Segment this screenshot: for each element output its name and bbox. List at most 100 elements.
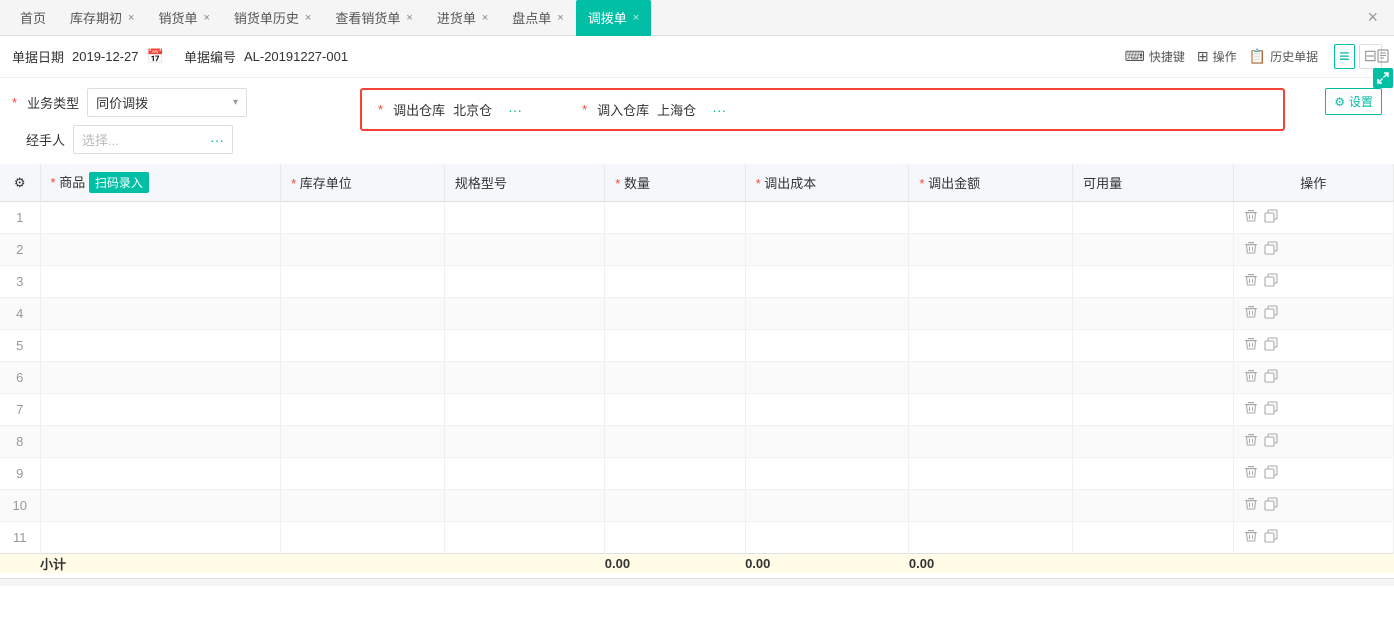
- copy-icon[interactable]: [1264, 401, 1278, 418]
- copy-icon[interactable]: [1264, 209, 1278, 226]
- delete-icon[interactable]: [1244, 529, 1258, 546]
- row-spec[interactable]: [444, 202, 604, 234]
- tab-inventory-check[interactable]: 盘点单 ×: [500, 0, 575, 36]
- row-spec[interactable]: [444, 522, 604, 554]
- sidebar-doc-icon[interactable]: [1373, 46, 1393, 66]
- row-cost[interactable]: [745, 330, 909, 362]
- row-qty[interactable]: [605, 298, 745, 330]
- row-cost[interactable]: [745, 362, 909, 394]
- row-available[interactable]: [1073, 202, 1233, 234]
- tab-sales-history[interactable]: 销货单历史 ×: [222, 0, 323, 36]
- row-cost[interactable]: [745, 458, 909, 490]
- row-spec[interactable]: [444, 330, 604, 362]
- row-cost[interactable]: [745, 202, 909, 234]
- row-available[interactable]: [1073, 394, 1233, 426]
- row-qty[interactable]: [605, 522, 745, 554]
- row-product[interactable]: [40, 202, 281, 234]
- row-amount[interactable]: [909, 394, 1073, 426]
- row-qty[interactable]: [605, 202, 745, 234]
- row-product[interactable]: [40, 330, 281, 362]
- tab-home[interactable]: 首页: [8, 0, 58, 36]
- delete-icon[interactable]: [1244, 209, 1258, 226]
- row-product[interactable]: [40, 522, 281, 554]
- row-available[interactable]: [1073, 458, 1233, 490]
- handler-select[interactable]: 选择... ···: [73, 125, 233, 154]
- row-unit[interactable]: [281, 330, 445, 362]
- copy-icon[interactable]: [1264, 465, 1278, 482]
- tab-bar-close-btn[interactable]: ×: [1359, 7, 1386, 28]
- copy-icon[interactable]: [1264, 433, 1278, 450]
- warehouse-in-more-icon[interactable]: ···: [712, 102, 726, 118]
- row-product[interactable]: [40, 362, 281, 394]
- row-qty[interactable]: [605, 362, 745, 394]
- row-cost[interactable]: [745, 266, 909, 298]
- calendar-icon[interactable]: 📅: [147, 48, 164, 65]
- row-qty[interactable]: [605, 234, 745, 266]
- row-product[interactable]: [40, 458, 281, 490]
- row-cost[interactable]: [745, 490, 909, 522]
- handler-more-icon[interactable]: ···: [210, 132, 224, 148]
- row-product[interactable]: [40, 234, 281, 266]
- row-amount[interactable]: [909, 522, 1073, 554]
- tab-close-inventory-check[interactable]: ×: [557, 12, 563, 24]
- copy-icon[interactable]: [1264, 529, 1278, 546]
- row-spec[interactable]: [444, 266, 604, 298]
- row-unit[interactable]: [281, 394, 445, 426]
- row-unit[interactable]: [281, 426, 445, 458]
- row-qty[interactable]: [605, 266, 745, 298]
- copy-icon[interactable]: [1264, 241, 1278, 258]
- row-product[interactable]: [40, 426, 281, 458]
- horizontal-scrollbar[interactable]: [0, 578, 1394, 586]
- row-qty[interactable]: [605, 394, 745, 426]
- row-unit[interactable]: [281, 362, 445, 394]
- business-type-select[interactable]: 同价调拨 ▾: [87, 88, 247, 117]
- tab-close-transfer[interactable]: ×: [633, 12, 639, 24]
- row-spec[interactable]: [444, 490, 604, 522]
- row-amount[interactable]: [909, 234, 1073, 266]
- row-available[interactable]: [1073, 330, 1233, 362]
- row-cost[interactable]: [745, 394, 909, 426]
- row-available[interactable]: [1073, 234, 1233, 266]
- layout-list-icon[interactable]: ≡: [1334, 44, 1355, 69]
- sidebar-expand-icon[interactable]: [1373, 68, 1393, 88]
- warehouse-out-more-icon[interactable]: ···: [508, 102, 522, 118]
- delete-icon[interactable]: [1244, 337, 1258, 354]
- row-available[interactable]: [1073, 298, 1233, 330]
- copy-icon[interactable]: [1264, 305, 1278, 322]
- copy-icon[interactable]: [1264, 273, 1278, 290]
- delete-icon[interactable]: [1244, 497, 1258, 514]
- operations-btn[interactable]: ⊞ 操作: [1197, 48, 1237, 65]
- delete-icon[interactable]: [1244, 433, 1258, 450]
- row-amount[interactable]: [909, 202, 1073, 234]
- delete-icon[interactable]: [1244, 369, 1258, 386]
- history-btn[interactable]: 📋 历史单据: [1249, 48, 1318, 65]
- delete-icon[interactable]: [1244, 465, 1258, 482]
- row-available[interactable]: [1073, 266, 1233, 298]
- tab-close-sales-order[interactable]: ×: [203, 12, 209, 24]
- row-cost[interactable]: [745, 522, 909, 554]
- copy-icon[interactable]: [1264, 337, 1278, 354]
- row-amount[interactable]: [909, 458, 1073, 490]
- tab-close-view-sales[interactable]: ×: [406, 12, 412, 24]
- row-cost[interactable]: [745, 426, 909, 458]
- settings-button[interactable]: ⚙ 设置: [1325, 88, 1382, 115]
- row-unit[interactable]: [281, 266, 445, 298]
- row-product[interactable]: [40, 298, 281, 330]
- shortcuts-btn[interactable]: ⌨ 快捷键: [1125, 48, 1185, 65]
- delete-icon[interactable]: [1244, 273, 1258, 290]
- row-spec[interactable]: [444, 394, 604, 426]
- row-spec[interactable]: [444, 458, 604, 490]
- row-unit[interactable]: [281, 458, 445, 490]
- row-cost[interactable]: [745, 298, 909, 330]
- row-cost[interactable]: [745, 234, 909, 266]
- row-product[interactable]: [40, 266, 281, 298]
- tab-close-purchase-order[interactable]: ×: [482, 12, 488, 24]
- row-unit[interactable]: [281, 522, 445, 554]
- delete-icon[interactable]: [1244, 241, 1258, 258]
- row-spec[interactable]: [444, 426, 604, 458]
- row-spec[interactable]: [444, 362, 604, 394]
- row-product[interactable]: [40, 490, 281, 522]
- row-qty[interactable]: [605, 490, 745, 522]
- row-available[interactable]: [1073, 362, 1233, 394]
- row-amount[interactable]: [909, 298, 1073, 330]
